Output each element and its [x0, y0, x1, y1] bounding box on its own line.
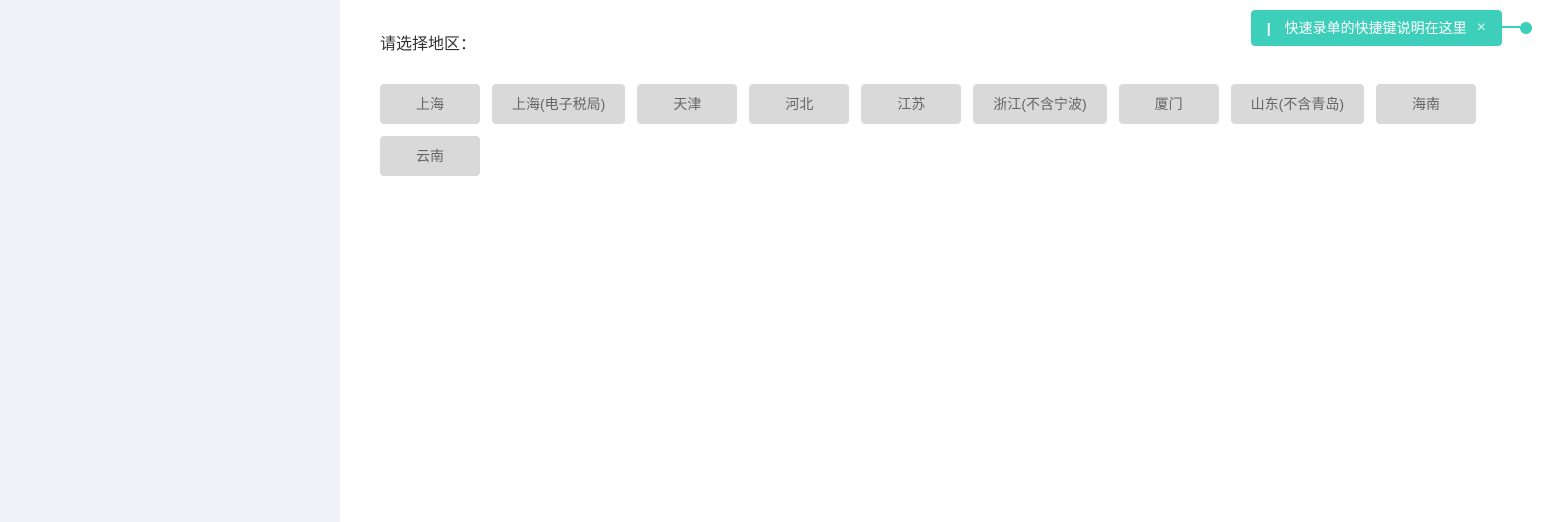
region-button-hebei[interactable]: 河北: [749, 84, 849, 124]
left-sidebar: [0, 0, 340, 522]
region-button-yunnan[interactable]: 云南: [380, 136, 480, 176]
region-button-zhejiang[interactable]: 浙江(不含宁波): [973, 84, 1106, 124]
region-button-hainan[interactable]: 海南: [1376, 84, 1476, 124]
tooltip-connector-line: [1500, 26, 1520, 28]
region-button-tianjin[interactable]: 天津: [637, 84, 737, 124]
tooltip-text: 快速录单的快捷键说明在这里: [1285, 18, 1467, 38]
region-button-shandong[interactable]: 山东(不含青岛): [1231, 84, 1364, 124]
region-button-xiamen[interactable]: 厦门: [1119, 84, 1219, 124]
main-content: 请选择地区： 上海上海(电子税局)天津河北江苏浙江(不含宁波)厦门山东(不含青岛…: [340, 0, 1562, 522]
tooltip-connector-dot: [1520, 22, 1532, 34]
tooltip-close-button[interactable]: ×: [1477, 20, 1486, 36]
region-button-shanghai-etax[interactable]: 上海(电子税局): [492, 84, 625, 124]
region-button-shanghai[interactable]: 上海: [380, 84, 480, 124]
region-grid: 上海上海(电子税局) 天津河北江苏浙江(不含宁波) 厦门山东(不含青岛) 海南云南: [380, 84, 1522, 176]
region-button-jiangsu[interactable]: 江苏: [861, 84, 961, 124]
tooltip-banner: 快速录单的快捷键说明在这里 ×: [1251, 10, 1502, 46]
